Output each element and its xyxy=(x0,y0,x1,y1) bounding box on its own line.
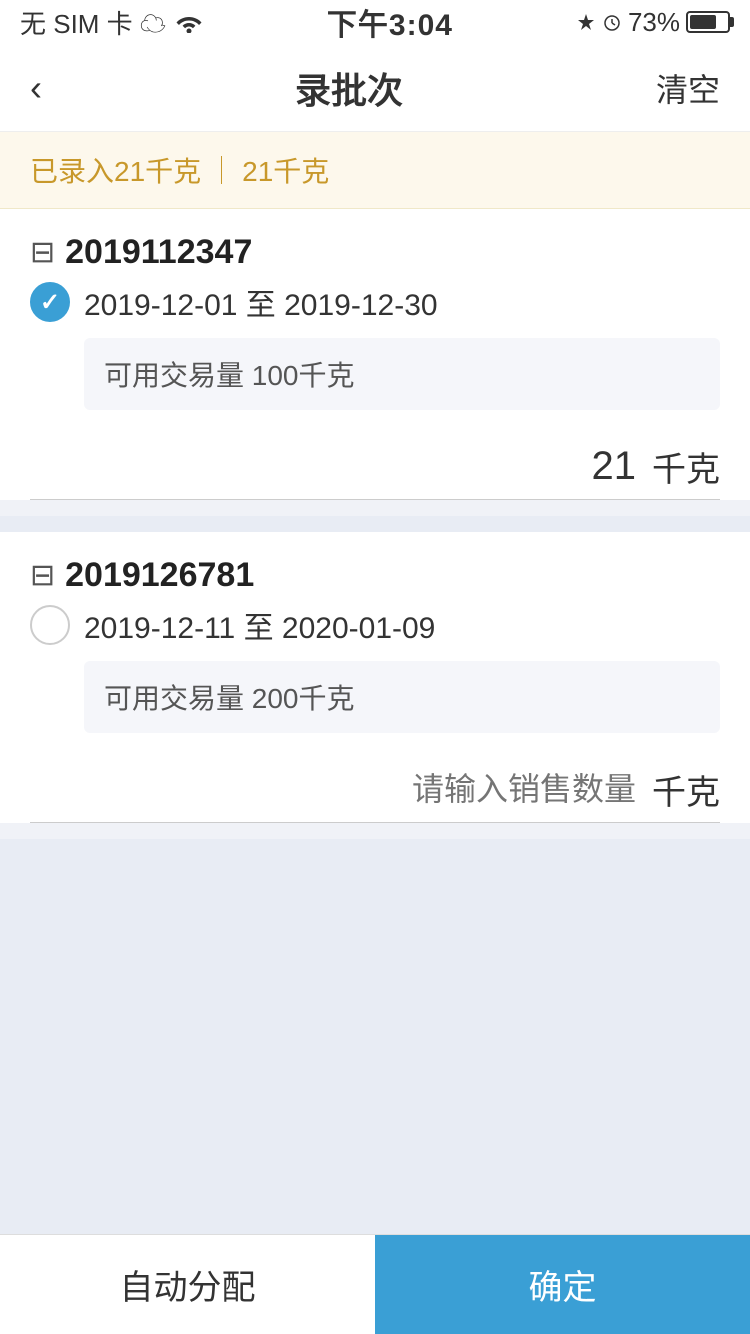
input-underline-2 xyxy=(30,822,720,823)
batch-date-2: 2019-12-11 至 2020-01-09 xyxy=(84,603,435,647)
page-title: 录批次 xyxy=(295,62,403,114)
input-row-2: 千克 xyxy=(0,749,750,814)
batch-icon-1: ⊟ xyxy=(30,235,55,270)
avail-text-1: 可用交易量 100千克 xyxy=(104,360,355,391)
alarm-icon xyxy=(602,12,622,32)
clear-button[interactable]: 清空 xyxy=(656,65,720,111)
qty-unit-1: 千克 xyxy=(652,442,720,491)
batch-date-row-2: 2019-12-11 至 2020-01-09 xyxy=(0,603,750,661)
batch-card-2: ⊟ 2019126781 2019-12-11 至 2020-01-09 可用交… xyxy=(0,532,750,823)
avail-text-2: 可用交易量 200千克 xyxy=(104,683,355,714)
gray-area xyxy=(0,839,750,1299)
wifi-icon xyxy=(174,11,204,33)
qty-row-1: 21 千克 xyxy=(0,426,750,491)
avail-row-1: 可用交易量 100千克 xyxy=(84,338,720,410)
avail-row-2: 可用交易量 200千克 xyxy=(84,661,720,733)
batch-date-1: 2019-12-01 至 2019-12-30 xyxy=(84,280,438,324)
batch-header-1: ⊟ 2019112347 xyxy=(0,209,750,280)
radio-btn-1[interactable] xyxy=(30,282,70,322)
confirm-button[interactable]: 确定 xyxy=(375,1235,750,1334)
batch-number-2: 2019126781 xyxy=(65,556,254,595)
batch-icon-2: ⊟ xyxy=(30,558,55,593)
batch-number-1: 2019112347 xyxy=(65,233,252,272)
info-bar: 已录入21千克 21千克 xyxy=(0,132,750,209)
status-right: 73% xyxy=(576,7,730,38)
location-icon xyxy=(576,12,596,32)
signal-text: 无 SIM 卡 ☁ xyxy=(20,4,166,41)
batch-header-2: ⊟ 2019126781 xyxy=(0,532,750,603)
status-time: 下午3:04 xyxy=(327,0,453,44)
input-unit-2: 千克 xyxy=(652,765,720,814)
bottom-bar: 自动分配 确定 xyxy=(0,1234,750,1334)
qty-value-1: 21 xyxy=(592,444,637,489)
battery-icon xyxy=(686,11,730,33)
status-left: 无 SIM 卡 ☁ xyxy=(20,4,204,41)
recorded-value: 21千克 xyxy=(242,150,329,190)
info-divider xyxy=(221,156,222,184)
recorded-label: 已录入21千克 xyxy=(30,150,201,190)
nav-bar: ‹ 录批次 清空 xyxy=(0,44,750,132)
battery-pct: 73% xyxy=(628,7,680,38)
section-separator xyxy=(0,516,750,532)
qty-underline-1 xyxy=(30,499,720,500)
auto-distribute-button[interactable]: 自动分配 xyxy=(0,1235,375,1334)
radio-btn-2[interactable] xyxy=(30,605,70,645)
back-button[interactable]: ‹ xyxy=(30,67,42,109)
qty-input-2[interactable] xyxy=(336,771,636,808)
status-bar: 无 SIM 卡 ☁ 下午3:04 73% xyxy=(0,0,750,44)
batch-date-row-1: 2019-12-01 至 2019-12-30 xyxy=(0,280,750,338)
batch-card-1: ⊟ 2019112347 2019-12-01 至 2019-12-30 可用交… xyxy=(0,209,750,500)
